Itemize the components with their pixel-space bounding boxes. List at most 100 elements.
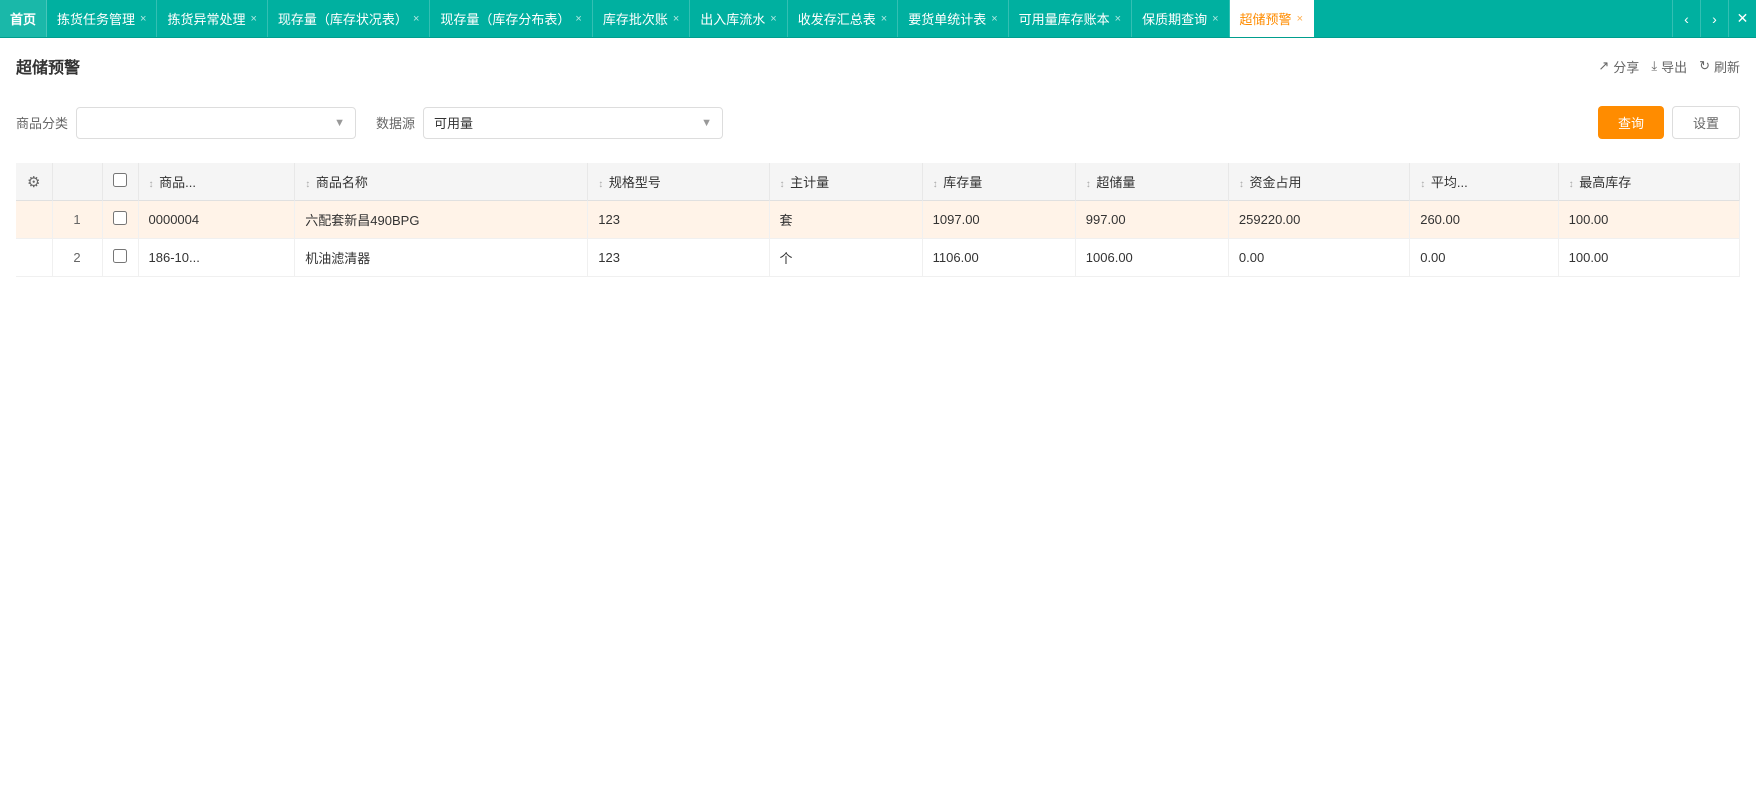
sort-icon-capital: ↕ [1239, 179, 1244, 190]
nav-close-available[interactable]: × [1115, 13, 1121, 25]
page-header: 超储预警 ↗ 分享 ⤓ 导出 ↻ 刷新 [16, 54, 1740, 78]
page-title: 超储预警 [16, 54, 80, 78]
nav-close-flow[interactable]: × [770, 13, 776, 25]
nav-close-expiry[interactable]: × [1212, 13, 1218, 25]
datasource-label: 数据源 [376, 113, 415, 132]
sort-icon-maxstock: ↕ [1569, 179, 1574, 190]
data-table: ⚙ ↕ 商品... ↕ 商品名称 ↕ 规格型号 [16, 163, 1740, 277]
row-checkbox-1[interactable] [113, 249, 127, 263]
col-header-over[interactable]: ↕ 超储量 [1075, 163, 1228, 201]
refresh-button[interactable]: ↻ 刷新 [1699, 57, 1740, 76]
table-row: 1 0000004 六配套新昌490BPG 123 套 1097.00 997.… [16, 201, 1740, 239]
nav-close-stock-dist[interactable]: × [575, 13, 581, 25]
row-unit-1: 个 [769, 239, 922, 277]
row-avg-0: 260.00 [1410, 201, 1558, 239]
row-name-0: 六配套新昌490BPG [295, 201, 588, 239]
nav-arrows: ‹ › ✕ [1672, 0, 1756, 38]
nav-item-order-stat[interactable]: 要货单统计表× [898, 0, 1008, 37]
sort-icon-spec: ↕ [598, 179, 603, 190]
row-spec-0: 123 [588, 201, 769, 239]
nav-prev-button[interactable]: ‹ [1672, 0, 1700, 38]
sort-icon-over: ↕ [1086, 179, 1091, 190]
nav-close-overstock[interactable]: × [1297, 13, 1303, 25]
select-all-checkbox[interactable] [113, 173, 127, 187]
sort-icon-avg: ↕ [1420, 179, 1425, 190]
row-check-1[interactable] [102, 239, 138, 277]
nav-close-order-stat[interactable]: × [991, 13, 997, 25]
nav-item-stock-dist[interactable]: 现存量（库存分布表）× [430, 0, 592, 37]
table-body: 1 0000004 六配套新昌490BPG 123 套 1097.00 997.… [16, 201, 1740, 277]
query-button[interactable]: 查询 [1598, 106, 1664, 139]
datasource-select[interactable]: 可用量 ▼ [423, 107, 723, 139]
datasource-arrow-icon: ▼ [701, 117, 712, 129]
nav-close-stock-status[interactable]: × [413, 13, 419, 25]
export-button[interactable]: ⤓ 导出 [1651, 57, 1687, 76]
nav-item-home[interactable]: 首页 [0, 0, 47, 37]
col-header-capital[interactable]: ↕ 资金占用 [1228, 163, 1409, 201]
category-filter: 商品分类 ▼ [16, 107, 356, 139]
row-unit-0: 套 [769, 201, 922, 239]
settings-button[interactable]: 设置 [1672, 106, 1740, 139]
nav-close-exception[interactable]: × [250, 13, 256, 25]
datasource-filter: 数据源 可用量 ▼ [376, 107, 723, 139]
col-header-maxstock[interactable]: ↕ 最高库存 [1558, 163, 1739, 201]
category-label: 商品分类 [16, 113, 68, 132]
table-row: 2 186-10... 机油滤清器 123 个 1106.00 1006.00 … [16, 239, 1740, 277]
nav-close-batch[interactable]: × [673, 13, 679, 25]
row-maxstock-1: 100.00 [1558, 239, 1739, 277]
col-header-stock[interactable]: ↕ 库存量 [922, 163, 1075, 201]
row-checkbox-0[interactable] [113, 211, 127, 225]
row-maxstock-0: 100.00 [1558, 201, 1739, 239]
row-stock-1: 1106.00 [922, 239, 1075, 277]
nav-item-task-mgmt[interactable]: 拣货任务管理× [47, 0, 157, 37]
nav-item-overstock[interactable]: 超储预警× [1230, 0, 1314, 37]
col-header-name[interactable]: ↕ 商品名称 [295, 163, 588, 201]
row-code-0: 0000004 [138, 201, 295, 239]
filter-bar: 商品分类 ▼ 数据源 可用量 ▼ 查询 设置 [16, 94, 1740, 151]
sort-icon-name: ↕ [305, 179, 310, 190]
nav-item-batch[interactable]: 库存批次账× [593, 0, 690, 37]
row-capital-0: 259220.00 [1228, 201, 1409, 239]
col-header-code[interactable]: ↕ 商品... [138, 163, 295, 201]
nav-item-stock-status[interactable]: 现存量（库存状况表）× [268, 0, 430, 37]
col-header-unit[interactable]: ↕ 主计量 [769, 163, 922, 201]
nav-item-exception[interactable]: 拣货异常处理× [157, 0, 267, 37]
row-num-0: 1 [52, 201, 102, 239]
category-arrow-icon: ▼ [334, 117, 345, 129]
col-header-avg[interactable]: ↕ 平均... [1410, 163, 1558, 201]
share-icon: ↗ [1598, 58, 1609, 74]
table-header: ⚙ ↕ 商品... ↕ 商品名称 ↕ 规格型号 [16, 163, 1740, 201]
row-settings-1 [16, 239, 52, 277]
row-stock-0: 1097.00 [922, 201, 1075, 239]
export-icon: ⤓ [1651, 58, 1657, 74]
row-over-0: 997.00 [1075, 201, 1228, 239]
nav-close-button[interactable]: ✕ [1728, 0, 1756, 38]
nav-close-task-mgmt[interactable]: × [140, 13, 146, 25]
row-name-1: 机油滤清器 [295, 239, 588, 277]
row-over-1: 1006.00 [1075, 239, 1228, 277]
nav-item-summary[interactable]: 收发存汇总表× [788, 0, 898, 37]
row-num-1: 2 [52, 239, 102, 277]
nav-next-button[interactable]: › [1700, 0, 1728, 38]
nav-item-flow[interactable]: 出入库流水× [690, 0, 787, 37]
header-actions: ↗ 分享 ⤓ 导出 ↻ 刷新 [1598, 57, 1740, 76]
nav-item-available[interactable]: 可用量库存账本× [1009, 0, 1132, 37]
share-button[interactable]: ↗ 分享 [1598, 57, 1639, 76]
row-code-1: 186-10... [138, 239, 295, 277]
row-avg-1: 0.00 [1410, 239, 1558, 277]
table-settings-icon[interactable]: ⚙ [27, 174, 40, 191]
row-capital-1: 0.00 [1228, 239, 1409, 277]
col-header-settings[interactable]: ⚙ [16, 163, 52, 201]
nav-close-summary[interactable]: × [881, 13, 887, 25]
row-settings-0 [16, 201, 52, 239]
nav-item-expiry[interactable]: 保质期查询× [1132, 0, 1229, 37]
row-check-0[interactable] [102, 201, 138, 239]
col-header-spec[interactable]: ↕ 规格型号 [588, 163, 769, 201]
top-nav: 首页拣货任务管理×拣货异常处理×现存量（库存状况表）×现存量（库存分布表）×库存… [0, 0, 1756, 38]
sort-icon-code: ↕ [149, 179, 154, 190]
col-header-num [52, 163, 102, 201]
col-header-check[interactable] [102, 163, 138, 201]
category-select[interactable]: ▼ [76, 107, 356, 139]
refresh-icon: ↻ [1699, 58, 1710, 74]
action-buttons: 查询 设置 [1598, 106, 1740, 139]
